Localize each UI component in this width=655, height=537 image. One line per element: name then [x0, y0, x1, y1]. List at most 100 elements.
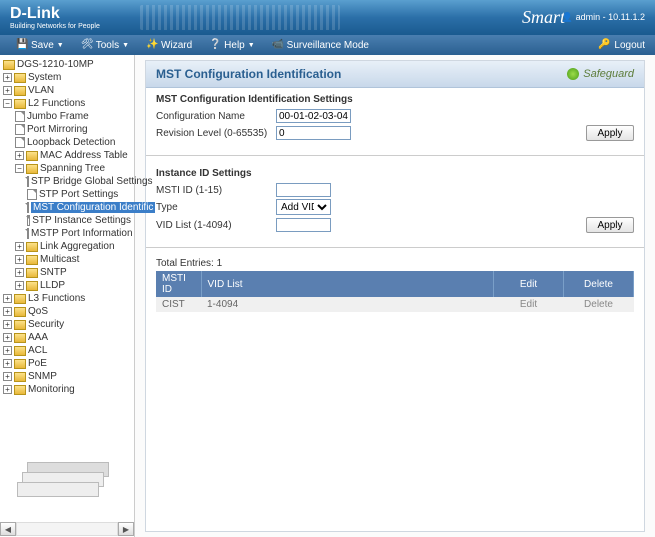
expand-icon[interactable]: +: [3, 86, 12, 95]
expand-icon[interactable]: +: [15, 242, 24, 251]
edit-button[interactable]: Edit: [494, 297, 564, 312]
expand-icon[interactable]: +: [3, 333, 12, 342]
panel-header: MST Configuration Identification Safegua…: [146, 61, 644, 88]
tree-mstp-portinfo[interactable]: MSTP Port Information: [27, 227, 131, 240]
tree-vlan[interactable]: +VLAN: [3, 84, 131, 97]
logout-icon: 🔑: [598, 39, 610, 51]
type-select[interactable]: Add VID: [276, 199, 331, 215]
wizard-label: Wizard: [161, 40, 192, 51]
tree-stp-port[interactable]: STP Port Settings: [27, 188, 131, 201]
menubar-right: 🔑 Logout: [598, 39, 645, 51]
tree-portmirror[interactable]: Port Mirroring: [15, 123, 131, 136]
tree-loopback[interactable]: Loopback Detection: [15, 136, 131, 149]
vidlist-label: VID List (1-4094): [156, 220, 276, 231]
delete-button[interactable]: Delete: [564, 297, 634, 312]
section-heading: MST Configuration Identification Setting…: [156, 94, 634, 105]
folder-icon: [14, 359, 26, 369]
folder-icon: [26, 164, 38, 174]
folder-icon: [26, 255, 38, 265]
folder-icon: [14, 385, 26, 395]
vidlist-input[interactable]: [276, 218, 331, 232]
tree-system[interactable]: +System: [3, 71, 131, 84]
expand-icon[interactable]: +: [15, 255, 24, 264]
tree-root[interactable]: DGS-1210-10MP: [3, 58, 131, 71]
folder-icon: [26, 281, 38, 291]
tree-sntp[interactable]: +SNTP: [15, 266, 131, 279]
tree-l2[interactable]: −L2 Functions: [3, 97, 131, 110]
menubar: 💾 Save ▼ 🛠 Tools ▼ ✨ Wizard ❔ Help ▼ 📹 S…: [0, 35, 655, 55]
tree-monitoring[interactable]: +Monitoring: [3, 383, 131, 396]
wizard-menu[interactable]: ✨ Wizard: [140, 39, 198, 51]
logout-button[interactable]: Logout: [614, 40, 645, 51]
scroll-left-button[interactable]: ◀: [0, 522, 16, 536]
folder-icon: [26, 151, 38, 161]
help-icon: ❔: [209, 39, 221, 51]
tree-spanning[interactable]: −Spanning Tree: [15, 162, 131, 175]
tree-aaa[interactable]: +AAA: [3, 331, 131, 344]
tree-lldp[interactable]: +LLDP: [15, 279, 131, 292]
save-menu[interactable]: 💾 Save ▼: [10, 39, 70, 51]
tree-security[interactable]: +Security: [3, 318, 131, 331]
logo-block: D-Link Building Networks for People: [10, 5, 100, 30]
content-area: MST Configuration Identification Safegua…: [135, 55, 655, 537]
revision-input[interactable]: [276, 126, 351, 140]
folder-icon: [14, 99, 26, 109]
expand-icon[interactable]: +: [3, 307, 12, 316]
expand-icon[interactable]: +: [15, 268, 24, 277]
divider: [146, 247, 644, 248]
expand-icon[interactable]: +: [3, 385, 12, 394]
table-header-row: MSTI ID VID List Edit Delete: [156, 271, 634, 297]
config-name-row: Configuration Name: [156, 109, 634, 123]
folder-icon: [14, 372, 26, 382]
config-name-input[interactable]: [276, 109, 351, 123]
table-row: CIST 1-4094 Edit Delete: [156, 297, 634, 312]
msti-input[interactable]: [276, 183, 331, 197]
surveillance-menu[interactable]: 📹 Surveillance Mode: [266, 39, 375, 51]
folder-icon: [14, 346, 26, 356]
main-panel: MST Configuration Identification Safegua…: [145, 60, 645, 532]
expand-icon[interactable]: +: [3, 359, 12, 368]
tree-multicast[interactable]: +Multicast: [15, 253, 131, 266]
collapse-icon[interactable]: −: [15, 164, 24, 173]
help-menu[interactable]: ❔ Help ▼: [203, 39, 261, 51]
apply-button-1[interactable]: Apply: [586, 125, 634, 141]
config-id-section: MST Configuration Identification Setting…: [146, 88, 644, 149]
tools-menu[interactable]: 🛠 Tools ▼: [75, 39, 135, 51]
expand-icon[interactable]: +: [3, 372, 12, 381]
tree-snmp[interactable]: +SNMP: [3, 370, 131, 383]
tree-poe[interactable]: +PoE: [3, 357, 131, 370]
th-delete: Delete: [564, 271, 634, 297]
expand-icon[interactable]: +: [3, 73, 12, 82]
apply-button-2[interactable]: Apply: [586, 217, 634, 233]
switch-illustration: [140, 5, 340, 30]
tree-jumbo[interactable]: Jumbo Frame: [15, 110, 131, 123]
folder-icon: [26, 242, 38, 252]
tree-l3[interactable]: +L3 Functions: [3, 292, 131, 305]
scroll-right-button[interactable]: ▶: [118, 522, 134, 536]
expand-icon[interactable]: +: [3, 320, 12, 329]
divider: [146, 155, 644, 156]
tree-stp-bridge[interactable]: STP Bridge Global Settings: [27, 175, 131, 188]
expand-icon[interactable]: +: [15, 281, 24, 290]
admin-label: admin - 10.11.1.2: [576, 12, 645, 22]
tree-qos[interactable]: +QoS: [3, 305, 131, 318]
cell-msti: CIST: [156, 297, 201, 312]
page-icon: [15, 137, 25, 148]
scroll-track[interactable]: [16, 522, 118, 536]
revision-row: Revision Level (0-65535) Apply: [156, 125, 634, 141]
tree-acl[interactable]: +ACL: [3, 344, 131, 357]
tools-label: Tools: [96, 40, 119, 51]
tree-mst-config[interactable]: MST Configuration Identific: [27, 201, 131, 214]
page-icon: [15, 124, 25, 135]
tree-stp-instance[interactable]: STP Instance Settings: [27, 214, 131, 227]
collapse-icon[interactable]: −: [3, 99, 12, 108]
tree-mac[interactable]: +MAC Address Table: [15, 149, 131, 162]
expand-icon[interactable]: +: [3, 294, 12, 303]
tree-linkagg[interactable]: +Link Aggregation: [15, 240, 131, 253]
expand-icon[interactable]: +: [15, 151, 24, 160]
camera-icon: 📹: [272, 39, 284, 51]
chevron-down-icon: ▼: [248, 42, 255, 49]
expand-icon[interactable]: +: [3, 346, 12, 355]
page-icon: [15, 111, 25, 122]
wizard-icon: ✨: [146, 39, 158, 51]
